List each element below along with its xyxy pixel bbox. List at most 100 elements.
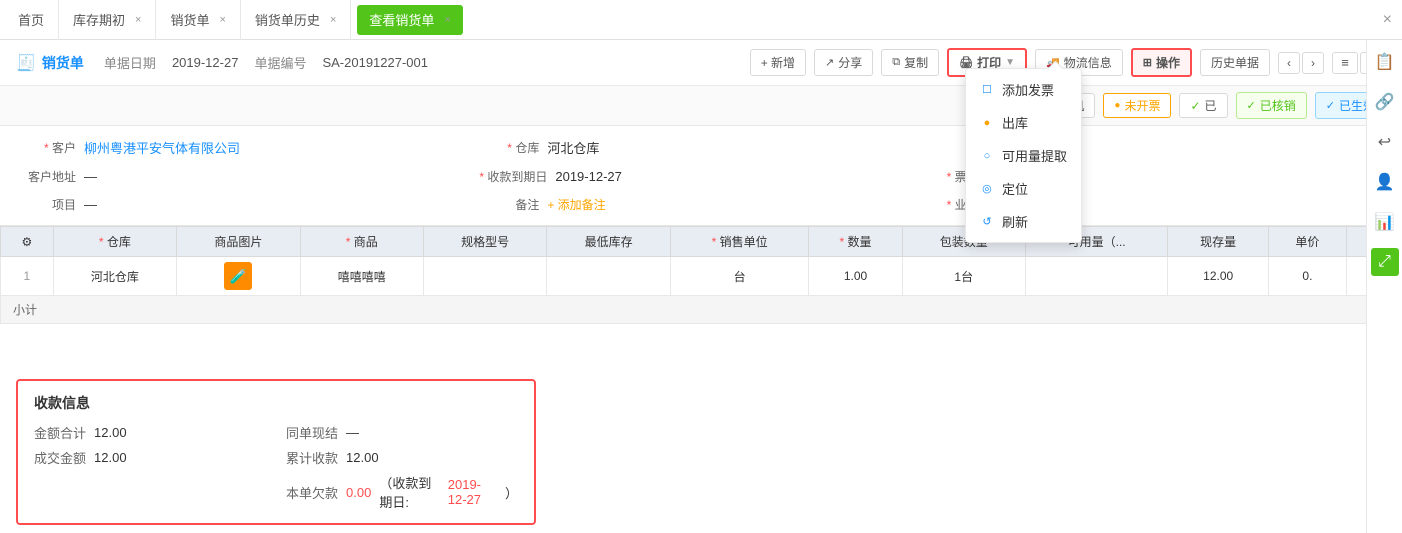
row-warehouse: 河北仓库 — [53, 257, 176, 296]
col-qty: 数量 — [809, 227, 902, 257]
tab-view-sales-close[interactable]: × — [444, 14, 450, 26]
row-spec — [423, 257, 546, 296]
table-header-row: ⚙ 仓库 商品图片 商品 规格型号 最低库存 销售单位 数量 包装数量 可用量（… — [1, 227, 1402, 257]
accumulated-value: 12.00 — [346, 450, 379, 465]
menu-outbound[interactable]: ● 出库 — [966, 106, 1081, 139]
row-num: 1 — [1, 257, 54, 296]
col-spec: 规格型号 — [423, 227, 546, 257]
arrears-note: （收款到期日: — [379, 473, 439, 511]
list-view-button[interactable]: ≡ — [1332, 52, 1358, 74]
tab-history[interactable]: 销货单历史 × — [241, 0, 351, 40]
deal-amount-value: 12.00 — [94, 450, 127, 465]
product-table: ⚙ 仓库 商品图片 商品 规格型号 最低库存 销售单位 数量 包装数量 可用量（… — [0, 226, 1402, 324]
copy-label: 复制 — [904, 54, 928, 71]
next-button[interactable]: › — [1302, 52, 1324, 74]
address-label: 客户地址 — [16, 168, 76, 185]
row-qty: 1.00 — [809, 257, 902, 296]
tab-bar: 首页 库存期初 × 销货单 × 销货单历史 × 查看销货单 × × — [0, 0, 1402, 40]
tab-sales-close[interactable]: × — [219, 14, 225, 26]
locate-icon: ◎ — [980, 182, 994, 196]
sold-out-label: 已核销 — [1260, 97, 1296, 114]
history-button[interactable]: 历史单据 — [1200, 49, 1270, 76]
payment-info-title: 收款信息 — [34, 393, 518, 413]
menu-refresh-label: 刷新 — [1002, 212, 1028, 231]
copy-button[interactable]: ⧉ 复制 — [881, 49, 939, 76]
tab-sales[interactable]: 销货单 × — [156, 0, 240, 40]
col-current-stock: 现存量 — [1168, 227, 1269, 257]
window-close-button[interactable]: × — [1383, 11, 1392, 29]
menu-add-invoice-label: 添加发票 — [1002, 80, 1054, 99]
row-min-stock — [547, 257, 670, 296]
date-label: 单据日期 — [104, 53, 156, 72]
col-product: 商品 — [300, 227, 423, 257]
deal-amount-row: 成交金额 12.00 — [34, 448, 266, 467]
table-container: ⚙ 仓库 商品图片 商品 规格型号 最低库存 销售单位 数量 包装数量 可用量（… — [0, 226, 1402, 371]
same-order-value: — — [346, 425, 359, 440]
tab-inventory-label: 库存期初 — [73, 10, 125, 29]
sidebar-return-icon[interactable]: ↩ — [1371, 128, 1399, 156]
outbound-icon: ● — [980, 116, 994, 130]
menu-locate-label: 定位 — [1002, 179, 1028, 198]
sold-out-button[interactable]: ✓ 已核销 — [1236, 92, 1307, 119]
tab-home[interactable]: 首页 — [8, 0, 59, 40]
number-value: SA-20191227-001 — [322, 55, 428, 70]
add-invoice-icon: ☐ — [980, 83, 994, 97]
tab-history-close[interactable]: × — [330, 14, 336, 26]
col-image: 商品图片 — [177, 227, 300, 257]
payment-info-box: 收款信息 金额合计 12.00 同单现结 — 成交金额 12.00 累计收款 1… — [16, 379, 536, 525]
new-label: + 新增 — [761, 54, 795, 71]
amount-label: 金额合计 — [34, 423, 86, 442]
address-row: 客户地址 — — [16, 167, 459, 186]
col-settings[interactable]: ⚙ — [1, 227, 54, 257]
sidebar-chart-icon[interactable]: 📊 — [1371, 208, 1399, 236]
tab-inventory-close[interactable]: × — [135, 14, 141, 26]
add-note-button[interactable]: + 添加备注 — [547, 196, 605, 213]
available-qty-icon: ○ — [980, 149, 994, 163]
number-label: 单据编号 — [254, 53, 306, 72]
tab-inventory[interactable]: 库存期初 × — [59, 0, 156, 40]
sidebar-link-icon[interactable]: 🔗 — [1371, 88, 1399, 116]
menu-available-qty[interactable]: ○ 可用量提取 — [966, 139, 1081, 172]
menu-refresh[interactable]: ↺ 刷新 — [966, 205, 1081, 238]
table-row: 1 河北仓库 🧪 嘻嘻嘻嘻 台 1.00 1台 12.00 0. — [1, 257, 1402, 296]
not-open-label: 未开票 — [1124, 97, 1160, 114]
menu-add-invoice[interactable]: ☐ 添加发票 — [966, 73, 1081, 106]
col-warehouse: 仓库 — [53, 227, 176, 257]
sidebar-user-icon[interactable]: 👤 — [1371, 168, 1399, 196]
menu-locate[interactable]: ◎ 定位 — [966, 172, 1081, 205]
tab-view-sales[interactable]: 查看销货单 × — [357, 5, 462, 35]
doc-meta: 单据日期 2019-12-27 单据编号 SA-20191227-001 — [104, 53, 428, 72]
operations-dropdown: ☐ 添加发票 ● 出库 ○ 可用量提取 ◎ 定位 ↺ 刷新 — [965, 68, 1082, 243]
amount-value: 12.00 — [94, 425, 127, 440]
row-image: 🧪 — [177, 257, 300, 296]
share-label: 分享 — [838, 54, 862, 71]
note-row: 备注 + 添加备注 — [479, 196, 922, 213]
prev-button[interactable]: ‹ — [1278, 52, 1300, 74]
row-unit: 台 — [670, 257, 809, 296]
empty-cell — [34, 473, 266, 511]
sidebar-expand-icon[interactable]: ⤢ — [1371, 248, 1399, 276]
arrears-value: 0.00 — [346, 485, 371, 500]
new-button[interactable]: + 新增 — [750, 49, 806, 76]
operations-button[interactable]: ⊞ 操作 — [1131, 48, 1192, 77]
content-area: 🧾 销货单 单据日期 2019-12-27 单据编号 SA-20191227-0… — [0, 40, 1402, 533]
accumulated-label: 累计收款 — [286, 448, 338, 467]
customer-label: 客户 — [16, 139, 76, 156]
arrears-label: 本单欠款 — [286, 483, 338, 502]
menu-available-qty-label: 可用量提取 — [1002, 146, 1067, 165]
accumulated-row: 累计收款 12.00 — [286, 448, 518, 467]
check-label: 已 — [1205, 97, 1217, 114]
sidebar-clipboard-icon[interactable]: 📋 — [1371, 48, 1399, 76]
tab-history-label: 销货单历史 — [255, 10, 320, 29]
subtotal-row: 小计 — [1, 296, 1402, 324]
menu-outbound-label: 出库 — [1002, 113, 1028, 132]
warehouse-value: 河北仓库 — [547, 138, 599, 157]
check-button[interactable]: ✓ 已 — [1179, 93, 1227, 118]
same-order-row: 同单现结 — — [286, 423, 518, 442]
customer-value[interactable]: 柳州粤港平安气体有限公司 — [84, 138, 240, 157]
date-value: 2019-12-27 — [172, 55, 239, 70]
share-button[interactable]: ↗ 分享 — [814, 49, 873, 76]
arrears-due-date: 2019-12-27 — [448, 477, 497, 507]
not-open-button[interactable]: ● 未开票 — [1103, 93, 1171, 118]
doc-type-label: 销货单 — [42, 53, 84, 73]
